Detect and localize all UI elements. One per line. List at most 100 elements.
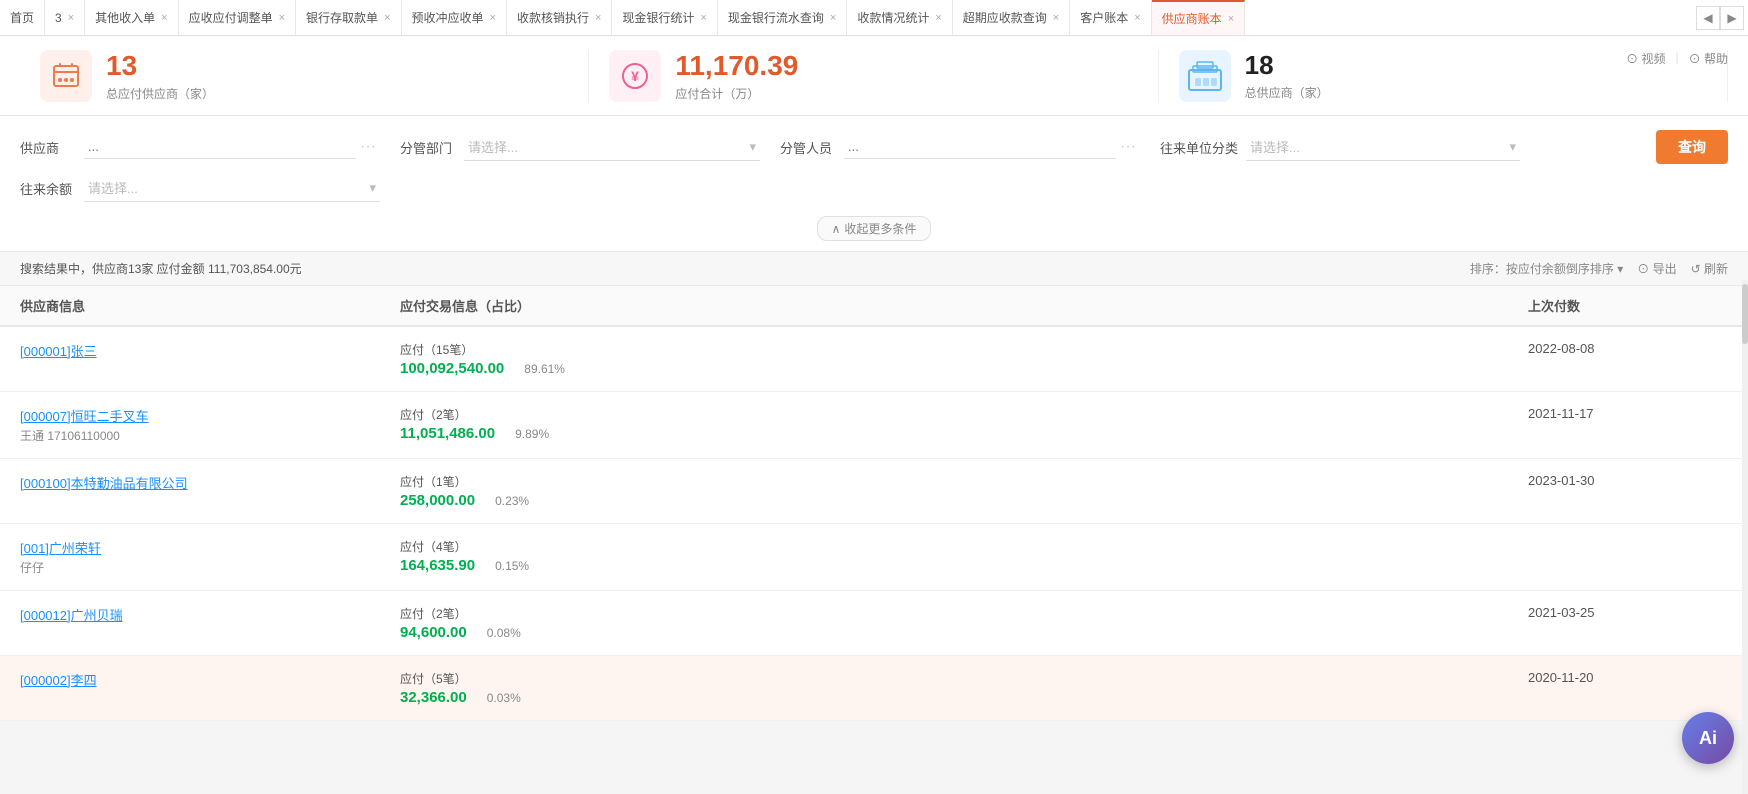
- person-input[interactable]: [844, 135, 1116, 159]
- nav-tab-cash-bank-flow-close[interactable]: ×: [830, 12, 836, 24]
- tx-row-2: 11,051,486.00 9.89%: [400, 425, 1528, 442]
- nav-tab-collect-stat-close[interactable]: ×: [935, 12, 941, 24]
- result-actions: 排序：按应付余额倒序排序 ▾ ⊙ 导出 ↺ 刷新: [1470, 260, 1728, 277]
- filter-dept: 分管部门 请选择... ▾: [400, 133, 760, 161]
- supplier-link-2[interactable]: [000007]恒旺二手叉车: [20, 406, 400, 425]
- nav-tab-customer-account[interactable]: 客户账本 ×: [1070, 0, 1151, 36]
- nav-prev-arrow[interactable]: ◀: [1696, 6, 1720, 30]
- nav-tab-collect-stat[interactable]: 收款情况统计 ×: [847, 0, 952, 36]
- table-row[interactable]: [000002]李四 应付（5笔） 32,366.00 0.03% 2020-1…: [0, 656, 1748, 721]
- nav-tab-supplier-account[interactable]: 供应商账本 ×: [1152, 0, 1245, 36]
- sort-text: 排序：按应付余额倒序排序: [1470, 262, 1614, 276]
- transaction-info-1: 应付（15笔） 100,092,540.00 89.61%: [400, 341, 1528, 377]
- supplier-link-6[interactable]: [000002]李四: [20, 670, 400, 689]
- nav-tab-home-label: 首页: [10, 9, 34, 26]
- collapse-button[interactable]: ∧ 收起更多条件: [817, 216, 932, 241]
- balance-dropdown-icon: ▾: [369, 180, 376, 196]
- nav-tab-advance-collect-close[interactable]: ×: [490, 12, 496, 24]
- sort-icon: ▾: [1617, 262, 1623, 276]
- summary-ap-amount-label: 应付合计（万）: [675, 85, 798, 102]
- nav-tab-customer-account-close[interactable]: ×: [1134, 12, 1140, 24]
- table-header: 供应商信息 应付交易信息（占比） 上次付数: [0, 286, 1748, 327]
- table-row[interactable]: [000001]张三 应付（15笔） 100,092,540.00 89.61%…: [0, 327, 1748, 392]
- balance-label: 往来余额: [20, 179, 76, 198]
- collapse-label: 收起更多条件: [844, 220, 916, 237]
- nav-tab-ap-adjust[interactable]: 应收应付调整单 ×: [179, 0, 296, 36]
- nav-next-arrow[interactable]: ▶: [1720, 6, 1744, 30]
- nav-tab-cash-bank-flow[interactable]: 现金银行流水查询 ×: [718, 0, 847, 36]
- tx-row-4: 164,635.90 0.15%: [400, 557, 1528, 574]
- filter-category: 往来单位分类 请选择... ▾: [1160, 133, 1520, 161]
- person-dots-icon[interactable]: ···: [1116, 138, 1140, 156]
- nav-tab-bank-deposit-close[interactable]: ×: [384, 12, 390, 24]
- table-row[interactable]: [001]广州荣轩 仔仔 应付（4笔） 164,635.90 0.15%: [0, 524, 1748, 591]
- transaction-info-6: 应付（5笔） 32,366.00 0.03%: [400, 670, 1528, 706]
- tx-amount-5: 94,600.00: [400, 624, 467, 641]
- lastpay-3: 2023-01-30: [1528, 473, 1728, 488]
- tx-row-1: 100,092,540.00 89.61%: [400, 360, 1528, 377]
- summary-ap-suppliers-icon: [40, 50, 92, 102]
- supplier-sub-4: 仔仔: [20, 559, 400, 576]
- supplier-dots-icon[interactable]: ···: [356, 138, 380, 156]
- query-button[interactable]: 查询: [1656, 130, 1728, 164]
- nav-tab-other-income[interactable]: 其他收入单 ×: [85, 0, 178, 36]
- tx-percent-1: 89.61%: [524, 362, 565, 376]
- supplier-input[interactable]: [84, 135, 356, 159]
- lastpay-1: 2022-08-08: [1528, 341, 1728, 356]
- nav-tab-cash-bank-stat-label: 现金银行统计: [622, 9, 694, 26]
- export-button[interactable]: ⊙ 导出: [1637, 260, 1676, 277]
- result-bar: 搜索结果中，供应商13家 应付金额 111,703,854.00元 排序：按应付…: [0, 252, 1748, 286]
- category-select[interactable]: 请选择... ▾: [1246, 133, 1520, 161]
- table-row[interactable]: [000100]本特勤油品有限公司 应付（1笔） 258,000.00 0.23…: [0, 459, 1748, 524]
- table-row[interactable]: [000007]恒旺二手叉车 王通 17106110000 应付（2笔） 11,…: [0, 392, 1748, 459]
- nav-tab-ap-adjust-close[interactable]: ×: [279, 12, 285, 24]
- table-row[interactable]: [000012]广州贝瑞 应付（2笔） 94,600.00 0.08% 2021…: [0, 591, 1748, 656]
- scrollbar-thumb[interactable]: [1742, 284, 1748, 344]
- tx-amount-4: 164,635.90: [400, 557, 475, 574]
- col-header-transaction: 应付交易信息（占比）: [400, 296, 1528, 315]
- supplier-link-5[interactable]: [000012]广州贝瑞: [20, 605, 400, 624]
- nav-tab-collect-verify[interactable]: 收款核销执行 ×: [507, 0, 612, 36]
- nav-tab-home[interactable]: 首页: [0, 0, 45, 36]
- nav-tab-collect-verify-close[interactable]: ×: [595, 12, 601, 24]
- scrollbar-track[interactable]: [1742, 280, 1748, 794]
- nav-tab-3-close[interactable]: ×: [68, 12, 74, 24]
- nav-tab-bank-deposit[interactable]: 银行存取款单 ×: [296, 0, 401, 36]
- nav-tab-other-income-label: 其他收入单: [95, 9, 155, 26]
- nav-arrows: ◀ ▶: [1692, 6, 1748, 30]
- dept-label: 分管部门: [400, 138, 456, 157]
- table: 供应商信息 应付交易信息（占比） 上次付数 [000001]张三 应付（15笔）…: [0, 286, 1748, 721]
- nav-tab-overdue-collect[interactable]: 超期应收款查询 ×: [953, 0, 1070, 36]
- supplier-info-3: [000100]本特勤油品有限公司: [20, 473, 400, 494]
- tx-amount-6: 32,366.00: [400, 689, 467, 706]
- refresh-button[interactable]: ↺ 刷新: [1691, 260, 1728, 277]
- transaction-info-5: 应付（2笔） 94,600.00 0.08%: [400, 605, 1528, 641]
- nav-tab-cash-bank-stat[interactable]: 现金银行统计 ×: [612, 0, 717, 36]
- nav-tab-advance-collect[interactable]: 预收冲应收单 ×: [402, 0, 507, 36]
- nav-tab-other-income-close[interactable]: ×: [161, 12, 167, 24]
- nav-tab-3[interactable]: 3 ×: [45, 0, 85, 36]
- nav-tab-supplier-account-close[interactable]: ×: [1228, 13, 1234, 25]
- sort-label[interactable]: 排序：按应付余额倒序排序 ▾: [1470, 260, 1623, 277]
- ai-badge[interactable]: Ai: [1682, 712, 1734, 764]
- person-label: 分管人员: [780, 138, 836, 157]
- nav-tab-overdue-collect-close[interactable]: ×: [1053, 12, 1059, 24]
- supplier-link-3[interactable]: [000100]本特勤油品有限公司: [20, 473, 400, 492]
- summary-ap-amount-icon: ¥: [609, 50, 661, 102]
- nav-tab-cash-bank-stat-close[interactable]: ×: [700, 12, 706, 24]
- help-link[interactable]: ⊙ 帮助: [1689, 50, 1728, 67]
- supplier-link-1[interactable]: [000001]张三: [20, 341, 400, 360]
- summary-total-suppliers-icon: [1179, 50, 1231, 102]
- nav-tab-advance-collect-label: 预收冲应收单: [412, 9, 484, 26]
- summary-bar: 13 总应付供应商（家） ¥ 11,170.39 应付合计（万）: [0, 36, 1748, 116]
- tx-amount-3: 258,000.00: [400, 492, 475, 509]
- category-dropdown-icon: ▾: [1509, 139, 1516, 155]
- balance-select[interactable]: 请选择... ▾: [84, 174, 380, 202]
- tx-label-1: 应付（15笔）: [400, 341, 1528, 358]
- dept-select[interactable]: 请选择... ▾: [464, 133, 760, 161]
- tx-row-3: 258,000.00 0.23%: [400, 492, 1528, 509]
- video-link[interactable]: ⊙ 视频: [1626, 50, 1665, 67]
- transaction-info-4: 应付（4笔） 164,635.90 0.15%: [400, 538, 1528, 574]
- category-select-value: 请选择...: [1250, 137, 1300, 156]
- supplier-link-4[interactable]: [001]广州荣轩: [20, 538, 400, 557]
